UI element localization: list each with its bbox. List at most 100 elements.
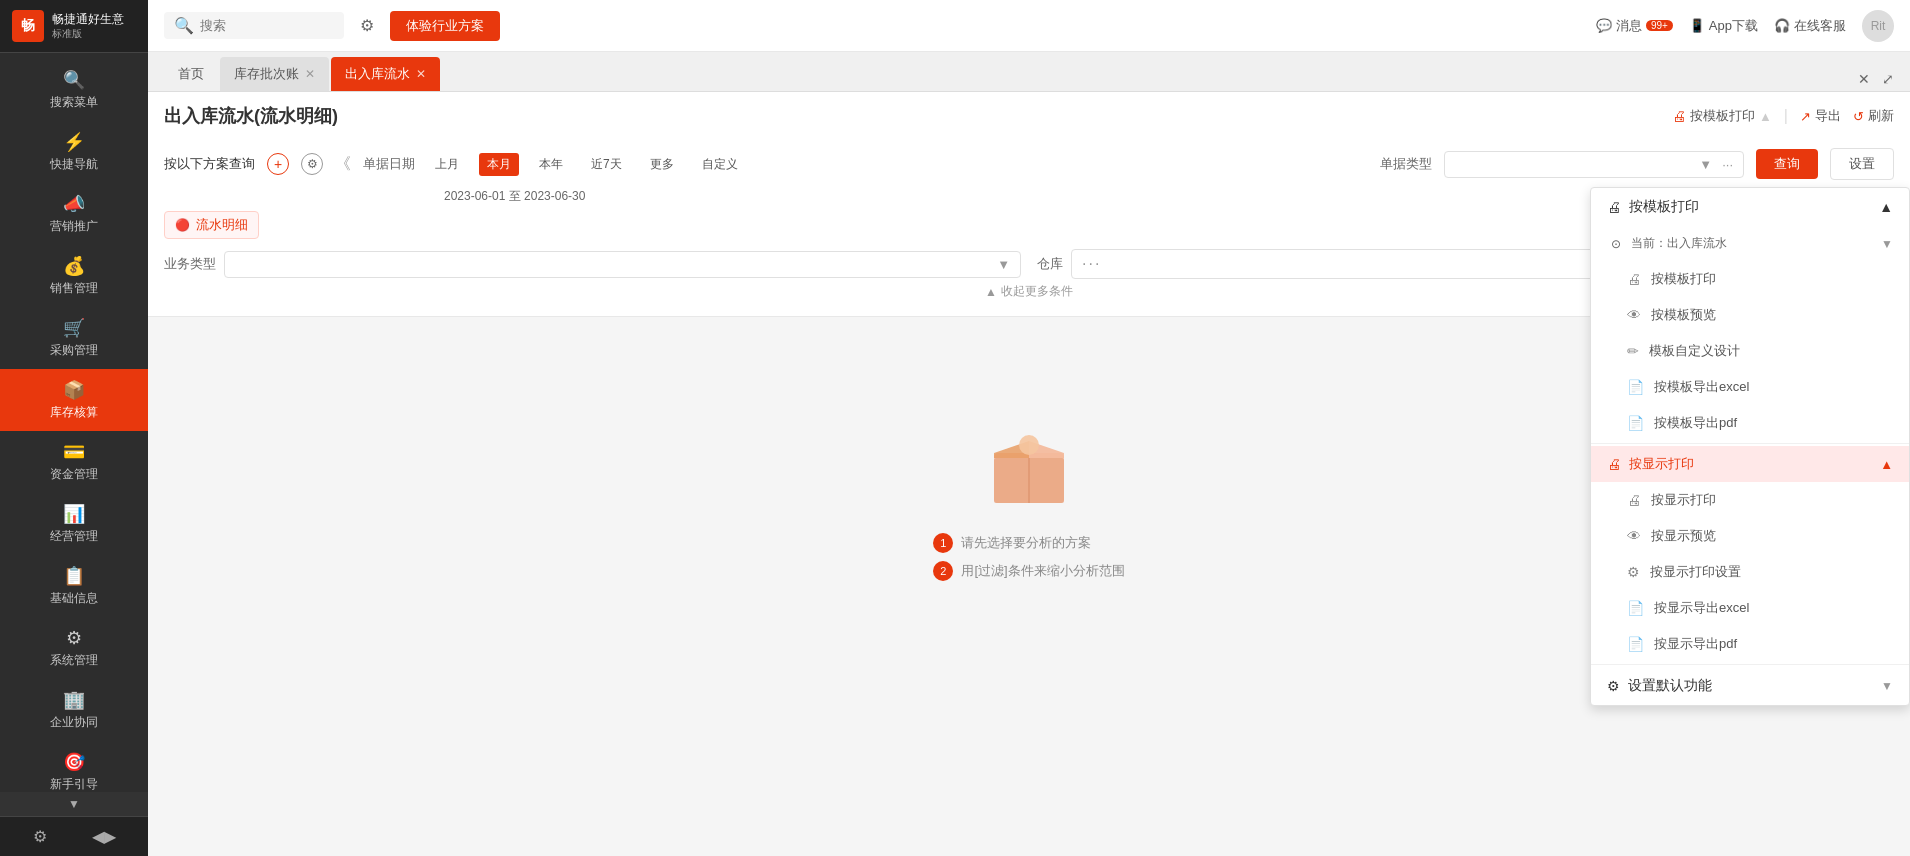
topbar-search-box[interactable]: 🔍 [164, 12, 344, 39]
display-excel-label: 按显示导出excel [1654, 599, 1749, 617]
sidebar-item-label: 采购管理 [50, 342, 98, 359]
sidebar-item-label: 营销推广 [50, 218, 98, 235]
display-pdf-icon: 📄 [1627, 636, 1644, 652]
search-input[interactable] [200, 18, 320, 33]
template-print-header-label: 按模板打印 [1629, 198, 1699, 216]
purchase-icon: 🛒 [63, 317, 85, 339]
sidebar-item-purchase[interactable]: 🛒 采购管理 [0, 307, 148, 369]
sidebar-item-base-info[interactable]: 📋 基础信息 [0, 555, 148, 617]
dropdown-template-excel[interactable]: 📄 按模板导出excel [1591, 369, 1909, 405]
template-customize-icon: ✏ [1627, 343, 1639, 359]
filter-gear-btn[interactable]: ⚙ [301, 153, 323, 175]
topbar-gear-icon[interactable]: ⚙ [360, 16, 374, 35]
date-this-year-btn[interactable]: 本年 [531, 153, 571, 176]
tab-flow-close[interactable]: ✕ [416, 67, 426, 81]
dropdown-divider-2 [1591, 664, 1909, 665]
sidebar-item-corp[interactable]: 🏢 企业协同 [0, 679, 148, 741]
print-template-btn[interactable]: 🖨 按模板打印 ▲ [1672, 107, 1772, 125]
sidebar-item-label: 系统管理 [50, 652, 98, 669]
app-logo: 畅 畅捷通好生意 标准版 [0, 0, 148, 53]
page-title: 出入库流水(流水明细) [164, 104, 338, 128]
window-maximize-btn[interactable]: ⤢ [1882, 71, 1894, 87]
template-customize-label: 模板自定义设计 [1649, 342, 1740, 360]
collapse-sidebar-icon[interactable]: ◀▶ [92, 827, 116, 846]
refresh-icon: ↺ [1853, 109, 1864, 124]
filter-collapse-icon[interactable]: 《 [335, 154, 351, 175]
display-print-section-header[interactable]: 🖨 按显示打印 ▲ [1591, 446, 1909, 482]
user-avatar[interactable]: Rit [1862, 10, 1894, 42]
business-type-label: 业务类型 [164, 255, 216, 273]
doc-type-select[interactable]: ▼ ··· [1444, 151, 1744, 178]
filter-add-btn[interactable]: + [267, 153, 289, 175]
dropdown-current-item[interactable]: ⊙ 当前：出入库流水 ▼ [1591, 226, 1909, 261]
collapse-label: 收起更多条件 [1001, 283, 1073, 300]
dropdown-template-preview[interactable]: 👁 按模板预览 [1591, 297, 1909, 333]
settings-btn[interactable]: 设置 [1830, 148, 1894, 180]
dropdown-template-customize[interactable]: ✏ 模板自定义设计 [1591, 333, 1909, 369]
window-close-btn[interactable]: ✕ [1858, 71, 1870, 87]
default-section-header[interactable]: ⚙ 设置默认功能 ▼ [1591, 667, 1909, 705]
inventory-icon: 📦 [63, 379, 85, 401]
message-icon: 💬 [1596, 18, 1612, 33]
template-preview-icon: 👁 [1627, 307, 1641, 323]
dropdown-display-print[interactable]: 🖨 按显示打印 [1591, 482, 1909, 518]
display-print-icon: 🖨 [1627, 492, 1641, 508]
dropdown-display-pdf[interactable]: 📄 按显示导出pdf [1591, 626, 1909, 662]
empty-box-svg [974, 403, 1084, 513]
date-more-btn[interactable]: 更多 [642, 153, 682, 176]
date-custom-btn[interactable]: 自定义 [694, 153, 746, 176]
sidebar-nav: 🔍 搜索菜单 ⚡ 快捷导航 📣 营销推广 💰 销售管理 🛒 采购管理 📦 库存核… [0, 53, 148, 792]
sidebar-item-operations[interactable]: 📊 经营管理 [0, 493, 148, 555]
sidebar-item-inventory[interactable]: 📦 库存核算 [0, 369, 148, 431]
dropdown-template-print[interactable]: 🖨 按模板打印 [1591, 261, 1909, 297]
dropdown-display-excel[interactable]: 📄 按显示导出excel [1591, 590, 1909, 626]
tab-batch-account[interactable]: 库存批次账 ✕ [220, 57, 329, 91]
business-type-select[interactable]: ▼ [224, 251, 1021, 278]
sidebar-item-finance[interactable]: 💳 资金管理 [0, 431, 148, 493]
template-print-section-header[interactable]: 🖨 按模板打印 ▲ [1591, 188, 1909, 226]
sidebar-item-quick-nav[interactable]: ⚡ 快捷导航 [0, 121, 148, 183]
app-download-btn[interactable]: 📱 App下载 [1689, 17, 1758, 35]
tab-flow-label: 出入库流水 [345, 65, 410, 83]
online-service-label: 在线客服 [1794, 17, 1846, 35]
date-7days-btn[interactable]: 近7天 [583, 153, 630, 176]
export-btn[interactable]: ↗ 导出 [1800, 107, 1841, 125]
filter-row-1: 按以下方案查询 + ⚙ 《 单据日期 上月 本月 本年 近7天 更多 自定义 单… [164, 148, 1894, 180]
sidebar-item-label: 销售管理 [50, 280, 98, 297]
sidebar-item-search[interactable]: 🔍 搜索菜单 [0, 59, 148, 121]
message-btn[interactable]: 💬 消息 99+ [1596, 17, 1673, 35]
sidebar-item-marketing[interactable]: 📣 营销推广 [0, 183, 148, 245]
printer-section-icon: 🖨 [1607, 199, 1621, 215]
refresh-btn[interactable]: ↺ 刷新 [1853, 107, 1894, 125]
sidebar-item-label: 基础信息 [50, 590, 98, 607]
template-print-icon: 🖨 [1627, 271, 1641, 287]
warehouse-label: 仓库 [1037, 255, 1063, 273]
query-btn[interactable]: 查询 [1756, 149, 1818, 179]
operations-icon: 📊 [63, 503, 85, 525]
online-service-btn[interactable]: 🎧 在线客服 [1774, 17, 1846, 35]
template-pdf-label: 按模板导出pdf [1654, 414, 1737, 432]
sidebar-item-sales[interactable]: 💰 销售管理 [0, 245, 148, 307]
sidebar-footer: ⚙ ◀▶ [0, 816, 148, 856]
tab-batch-account-close[interactable]: ✕ [305, 67, 315, 81]
app-logo-subtitle: 标准版 [52, 27, 124, 41]
doc-type-more[interactable]: ··· [1722, 157, 1733, 172]
business-type-field: 业务类型 ▼ [164, 251, 1021, 278]
app-logo-title: 畅捷通好生意 [52, 11, 124, 28]
step-1-text: 请先选择要分析的方案 [961, 534, 1091, 552]
export-icon: ↗ [1800, 109, 1811, 124]
dropdown-display-settings[interactable]: ⚙ 按显示打印设置 [1591, 554, 1909, 590]
warehouse-more[interactable]: ··· [1082, 255, 1101, 273]
date-last-month-btn[interactable]: 上月 [427, 153, 467, 176]
dropdown-template-pdf[interactable]: 📄 按模板导出pdf [1591, 405, 1909, 441]
tab-home[interactable]: 首页 [164, 57, 218, 91]
industry-btn[interactable]: 体验行业方案 [390, 11, 500, 41]
sidebar-item-guide[interactable]: 🎯 新手引导 [0, 741, 148, 792]
date-this-month-btn[interactable]: 本月 [479, 153, 519, 176]
dropdown-display-preview[interactable]: 👁 按显示预览 [1591, 518, 1909, 554]
tab-flow[interactable]: 出入库流水 ✕ [331, 57, 440, 91]
quick-nav-icon: ⚡ [63, 131, 85, 153]
settings-footer-icon[interactable]: ⚙ [33, 827, 47, 846]
sidebar-item-system[interactable]: ⚙ 系统管理 [0, 617, 148, 679]
sidebar-scroll-down[interactable]: ▼ [0, 792, 148, 816]
